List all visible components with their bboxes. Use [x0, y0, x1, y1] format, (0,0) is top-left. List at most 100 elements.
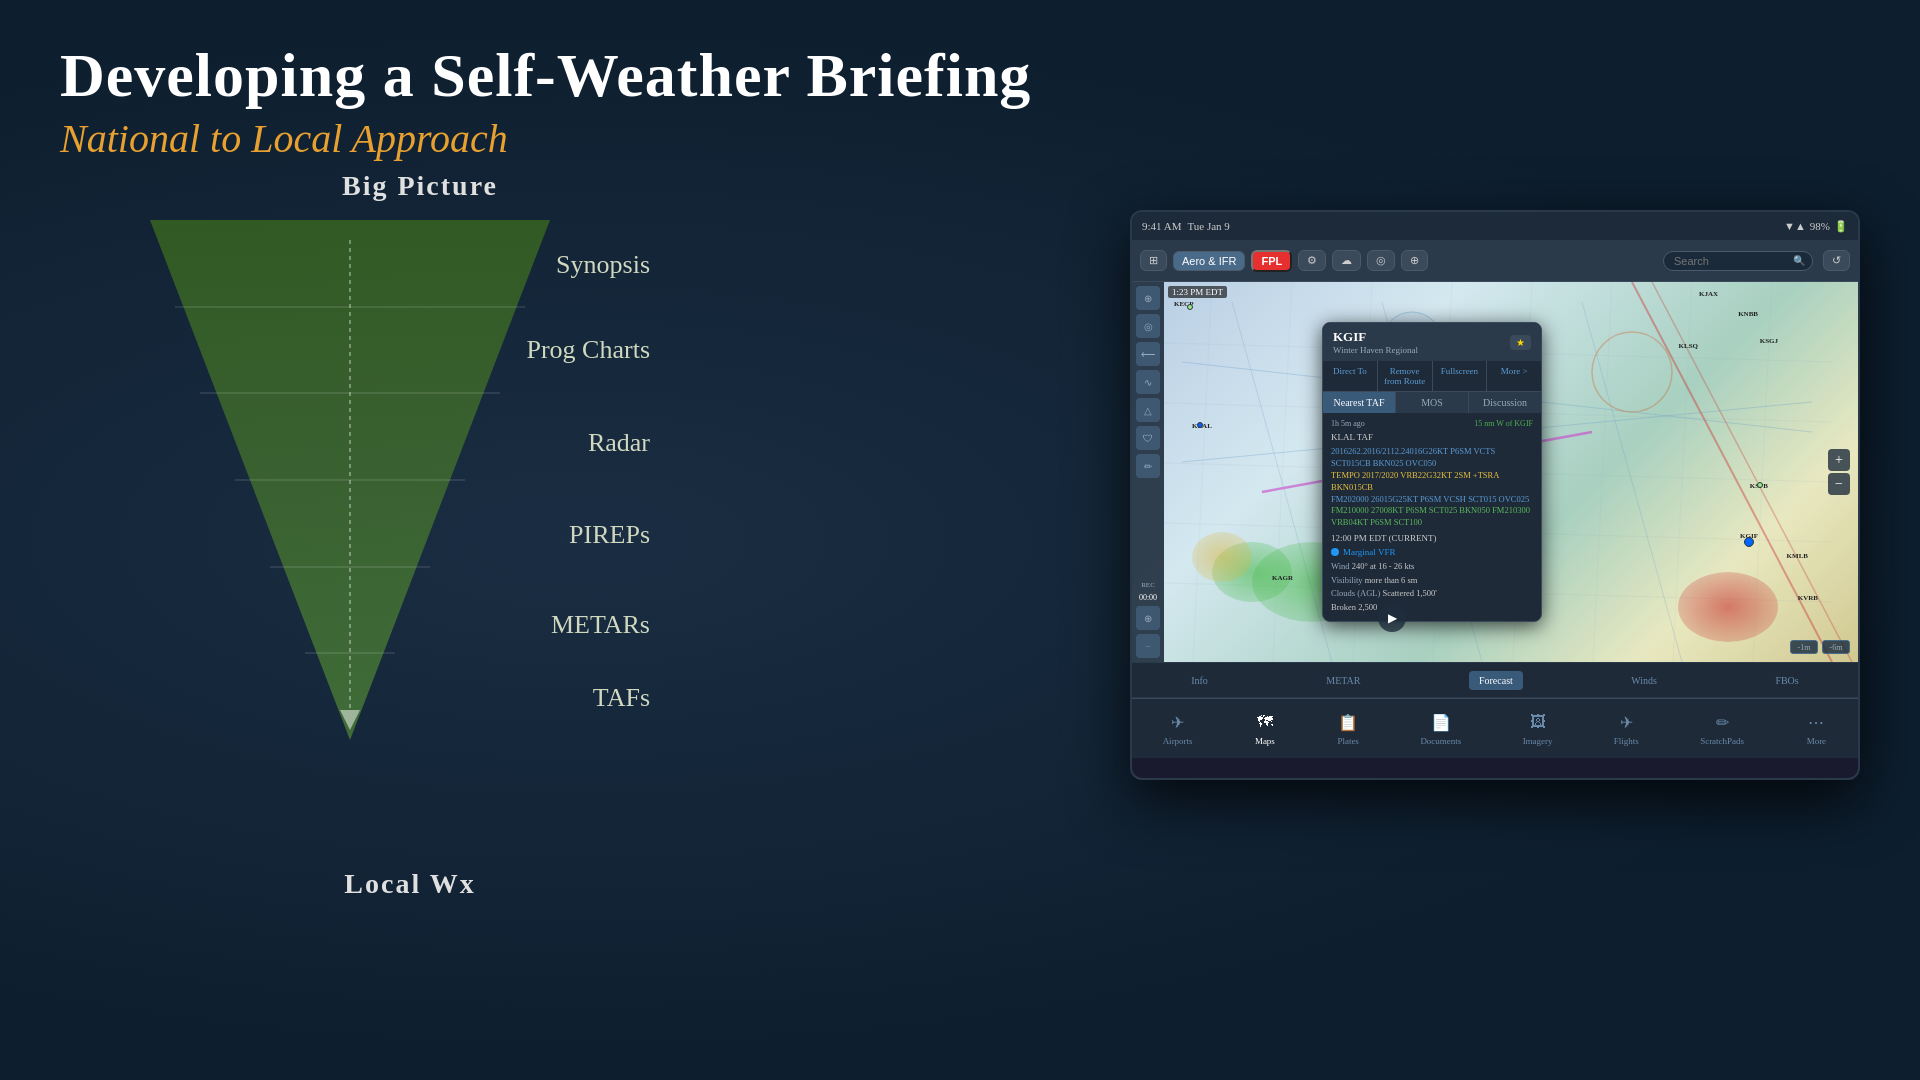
label-metars: METARs: [551, 610, 650, 640]
scratchpads-tab[interactable]: ✏ ScratchPads: [1692, 707, 1752, 750]
svg-line-13: [1192, 282, 1212, 662]
app-mockup: 9:41 AM Tue Jan 9 ▼▲ 98% 🔋 ⊞ Aero & IFR …: [1130, 210, 1860, 780]
ksgj-label: KSGJ: [1760, 337, 1778, 345]
klal-airport: [1197, 422, 1203, 428]
map-sidebar: ⊕ ◎ ⟵ ∿ △ 🛡 ✏ REC 00:00 ⊕ −: [1132, 282, 1164, 662]
header-section: Developing a Self-Weather Briefing Natio…: [60, 40, 1031, 162]
status-time: 9:41 AM: [1142, 220, 1181, 232]
map-nav-btn-5[interactable]: △: [1136, 398, 1160, 422]
rec-label: REC: [1141, 581, 1155, 589]
taf-current-time: 12:00 PM EDT (CURRENT): [1331, 533, 1533, 543]
fpl-button[interactable]: FPL: [1251, 250, 1292, 272]
popup-subtitle: Winter Haven Regional: [1333, 345, 1418, 355]
imagery-tab[interactable]: 🖼 Imagery: [1515, 707, 1561, 750]
documents-tab[interactable]: 📄 Documents: [1412, 707, 1469, 750]
knbb-label: KNBB: [1738, 310, 1758, 318]
more-icon: ⋯: [1805, 711, 1827, 733]
alt-minus-6m[interactable]: -6m: [1822, 640, 1850, 654]
map-nav-btn-1[interactable]: ⊕: [1136, 286, 1160, 310]
popup-tabs: Nearest TAF MOS Discussion: [1323, 392, 1541, 413]
forecast-subtab[interactable]: Forecast: [1469, 671, 1523, 690]
direct-to-button[interactable]: Direct To: [1323, 361, 1378, 391]
search-input[interactable]: [1663, 251, 1813, 271]
taf-time-ago: 1h 5m ago: [1331, 419, 1365, 428]
popup-header: KGIF Winter Haven Regional ★: [1323, 323, 1541, 361]
weather-toggle-button[interactable]: ☁: [1332, 250, 1361, 271]
map-nav-btn-3[interactable]: ⟵: [1136, 342, 1160, 366]
airports-label: Airports: [1163, 736, 1193, 746]
info-subtab[interactable]: Info: [1181, 671, 1218, 690]
airports-tab[interactable]: ✈ Airports: [1155, 707, 1201, 750]
aero-ifr-button[interactable]: Aero & IFR: [1173, 251, 1245, 271]
taf-distance: 15 nm W of KGIF: [1474, 419, 1533, 428]
layers-button[interactable]: ⊞: [1140, 250, 1167, 271]
weather-subtabs: Info METAR Forecast Winds FBOs: [1132, 662, 1858, 698]
popup-star-button[interactable]: ★: [1510, 335, 1531, 350]
map-nav-btn-4[interactable]: ∿: [1136, 370, 1160, 394]
map-nav-btn-2[interactable]: ◎: [1136, 314, 1160, 338]
svg-line-25: [1582, 302, 1682, 662]
zoom-in-button[interactable]: +: [1828, 449, 1850, 471]
map-area[interactable]: KECP KTLH KJAX KNBB KLSQ KSGJ KLAL KSFB …: [1132, 282, 1858, 662]
maps-tab[interactable]: 🗺 Maps: [1246, 707, 1284, 750]
nearest-taf-tab[interactable]: Nearest TAF: [1323, 392, 1396, 413]
more-tab[interactable]: ⋯ More: [1797, 707, 1835, 750]
radar-red-overlay: [1678, 572, 1778, 642]
label-radar: Radar: [588, 428, 650, 458]
zoom-out-button[interactable]: −: [1828, 473, 1850, 495]
vfr-condition: Marginal VFR: [1331, 547, 1533, 557]
fbos-subtab[interactable]: FBOs: [1765, 671, 1808, 690]
sub-title: National to Local Approach: [60, 115, 1031, 162]
kecp-airport: [1187, 304, 1193, 310]
plates-tab[interactable]: 📋 Plates: [1329, 707, 1367, 750]
status-bar: 9:41 AM Tue Jan 9 ▼▲ 98% 🔋: [1132, 212, 1858, 240]
svg-point-27: [1592, 332, 1672, 412]
popup-actions: Direct To Removefrom Route Fullscreen Mo…: [1323, 361, 1541, 392]
main-title: Developing a Self-Weather Briefing: [60, 40, 1031, 111]
wind-detail: Wind 240° at 16 - 26 kts: [1331, 560, 1533, 574]
plates-label: Plates: [1337, 736, 1359, 746]
taf-line-1: 2016262.2016/2112.24016G26KT P6SM VCTS S…: [1331, 446, 1533, 470]
timer-button[interactable]: ⊕: [1401, 250, 1428, 271]
taf-line-4: FM210000 27008KT P6SM SCT025 BKN050 FM21…: [1331, 505, 1533, 529]
label-synopsis: Synopsis: [556, 250, 650, 280]
status-date: Tue Jan 9: [1187, 220, 1229, 232]
kagr-label: KAGR: [1272, 574, 1293, 582]
map-nav-btn-8[interactable]: ⊕: [1136, 606, 1160, 630]
winds-subtab[interactable]: Winds: [1621, 671, 1667, 690]
bottom-tabs: ✈ Airports 🗺 Maps 📋 Plates 📄 Documents 🖼…: [1132, 698, 1858, 758]
flights-tab[interactable]: ✈ Flights: [1606, 707, 1647, 750]
play-button[interactable]: ▶: [1378, 604, 1406, 632]
ksfb-airport: [1757, 482, 1763, 488]
metar-subtab[interactable]: METAR: [1316, 671, 1370, 690]
taf-header: KLAL TAF: [1331, 432, 1533, 442]
alt-minus-1m[interactable]: -1m: [1790, 640, 1818, 654]
label-tafs: TAFs: [593, 683, 650, 713]
maps-icon: 🗺: [1254, 711, 1276, 733]
kvrb-label: KVRB: [1798, 594, 1818, 602]
documents-icon: 📄: [1430, 711, 1452, 733]
remove-route-button[interactable]: Removefrom Route: [1378, 361, 1433, 391]
mos-tab[interactable]: MOS: [1396, 392, 1469, 413]
vfr-label: Marginal VFR: [1343, 547, 1395, 557]
location-button[interactable]: ◎: [1367, 250, 1395, 271]
clouds-detail: Clouds (AGL) Scattered 1,500'Broken 2,50…: [1331, 587, 1533, 614]
label-pireps: PIREPs: [569, 520, 650, 550]
map-nav-btn-minus[interactable]: −: [1136, 634, 1160, 658]
battery-icon: 🔋: [1834, 220, 1848, 233]
big-picture-label: Big Picture: [160, 170, 680, 202]
app-toolbar: ⊞ Aero & IFR FPL ⚙ ☁ ◎ ⊕ 🔍 ↺: [1132, 240, 1858, 282]
discussion-tab[interactable]: Discussion: [1469, 392, 1541, 413]
kjax-label: KJAX: [1699, 290, 1718, 298]
refresh-button[interactable]: ↺: [1823, 250, 1850, 271]
plates-icon: 📋: [1337, 711, 1359, 733]
imagery-label: Imagery: [1523, 736, 1553, 746]
battery-indicator: 98%: [1810, 220, 1830, 232]
map-nav-btn-7[interactable]: ✏: [1136, 454, 1160, 478]
more-button[interactable]: More >: [1487, 361, 1541, 391]
scratchpads-icon: ✏: [1711, 711, 1733, 733]
vfr-dot: [1331, 548, 1339, 556]
settings-button[interactable]: ⚙: [1298, 250, 1326, 271]
map-nav-btn-6[interactable]: 🛡: [1136, 426, 1160, 450]
fullscreen-button[interactable]: Fullscreen: [1433, 361, 1488, 391]
